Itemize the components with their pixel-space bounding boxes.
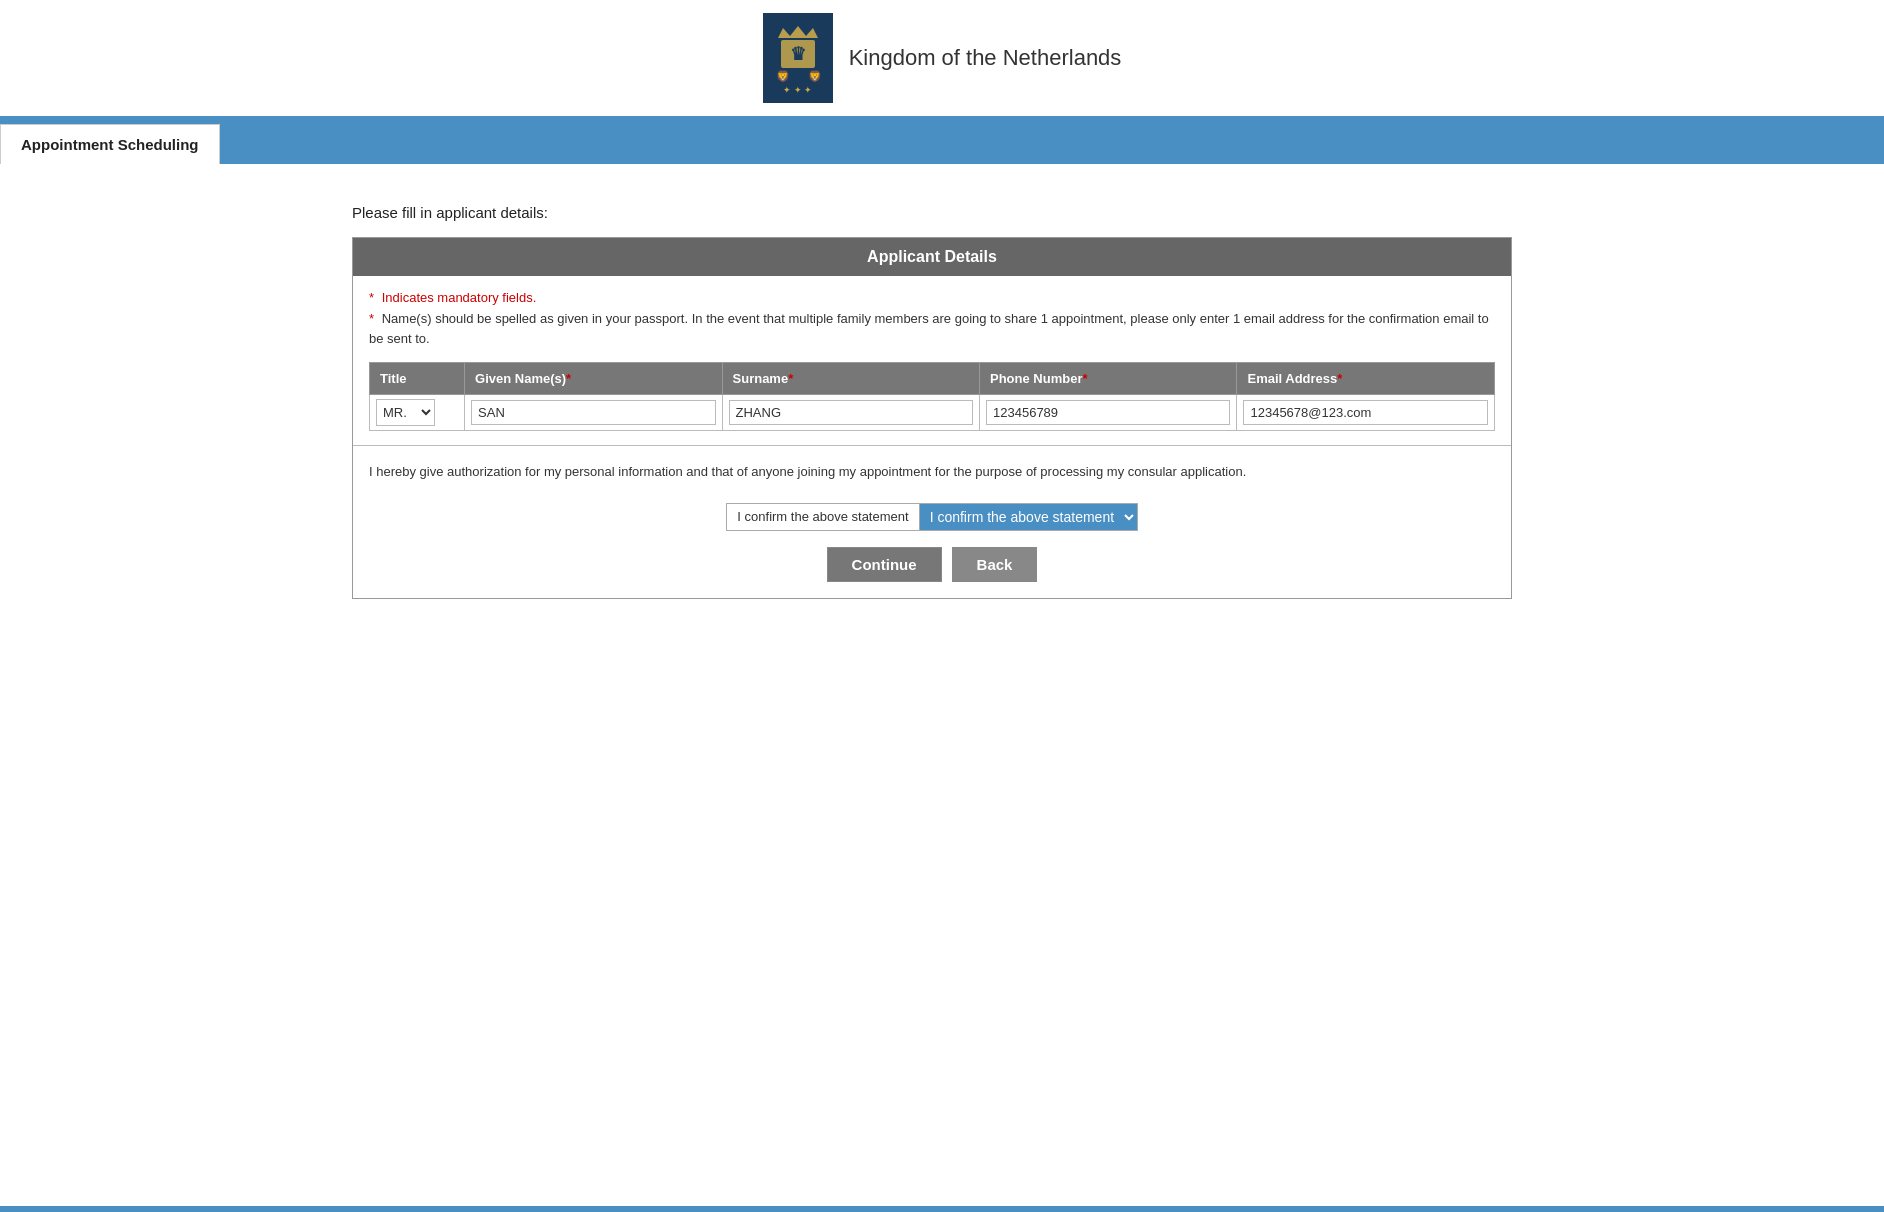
svg-text:🦁: 🦁	[808, 69, 822, 83]
auth-text: I hereby give authorization for my perso…	[369, 462, 1495, 483]
coat-of-arms-icon: ♛ 🦁 🦁 ✦ ✦ ✦	[763, 13, 833, 103]
applicant-details-box: Applicant Details * Indicates mandatory …	[352, 237, 1512, 599]
surname-cell[interactable]	[722, 395, 979, 431]
asterisk-icon-2: *	[369, 311, 374, 326]
svg-text:♛: ♛	[790, 44, 806, 64]
email-input[interactable]	[1243, 400, 1488, 425]
navbar: Appointment Scheduling	[0, 120, 1884, 164]
title-cell: MR. MRS. MS. MISS DR.	[370, 395, 465, 431]
auth-section: I hereby give authorization for my perso…	[353, 445, 1511, 598]
passport-note: * Name(s) should be spelled as given in …	[369, 309, 1495, 348]
page-header: ♛ 🦁 🦁 ✦ ✦ ✦ Kingdom of the Netherlands	[0, 0, 1884, 120]
svg-text:🦁: 🦁	[776, 69, 790, 83]
asterisk-icon: *	[369, 290, 374, 305]
col-phone: Phone Number*	[980, 363, 1237, 395]
svg-text:✦ ✦ ✦: ✦ ✦ ✦	[783, 85, 812, 95]
applicant-table: Title Given Name(s)* Surname* Phone Numb…	[369, 362, 1495, 431]
given-name-input[interactable]	[471, 400, 715, 425]
mandatory-note: * Indicates mandatory fields.	[369, 290, 1495, 305]
main-content: Please fill in applicant details: Applic…	[292, 164, 1592, 639]
confirm-select[interactable]: I confirm the above statement I do not c…	[919, 504, 1137, 530]
kingdom-label: Kingdom of the Netherlands	[849, 45, 1122, 71]
confirm-label-text: I confirm the above statement	[727, 504, 918, 529]
col-title: Title	[370, 363, 465, 395]
col-given-name: Given Name(s)*	[465, 363, 722, 395]
phone-cell[interactable]	[980, 395, 1237, 431]
form-intro-text: Please fill in applicant details:	[352, 204, 1532, 221]
continue-button[interactable]: Continue	[827, 547, 942, 582]
col-surname: Surname*	[722, 363, 979, 395]
buttons-row: Continue Back	[369, 547, 1495, 598]
col-email: Email Address*	[1237, 363, 1495, 395]
confirm-row: I confirm the above statement I confirm …	[369, 503, 1495, 531]
table-header-row: Title Given Name(s)* Surname* Phone Numb…	[370, 363, 1495, 395]
table-row: MR. MRS. MS. MISS DR.	[370, 395, 1495, 431]
title-select[interactable]: MR. MRS. MS. MISS DR.	[376, 399, 435, 426]
applicant-details-body: * Indicates mandatory fields. * Name(s) …	[353, 276, 1511, 445]
back-button[interactable]: Back	[952, 547, 1038, 582]
confirm-select-wrapper[interactable]: I confirm the above statement I confirm …	[726, 503, 1137, 531]
phone-input[interactable]	[986, 400, 1230, 425]
applicant-details-header: Applicant Details	[353, 238, 1511, 276]
email-cell[interactable]	[1237, 395, 1495, 431]
given-name-cell[interactable]	[465, 395, 722, 431]
surname-input[interactable]	[729, 400, 973, 425]
appointment-scheduling-tab[interactable]: Appointment Scheduling	[0, 124, 220, 164]
